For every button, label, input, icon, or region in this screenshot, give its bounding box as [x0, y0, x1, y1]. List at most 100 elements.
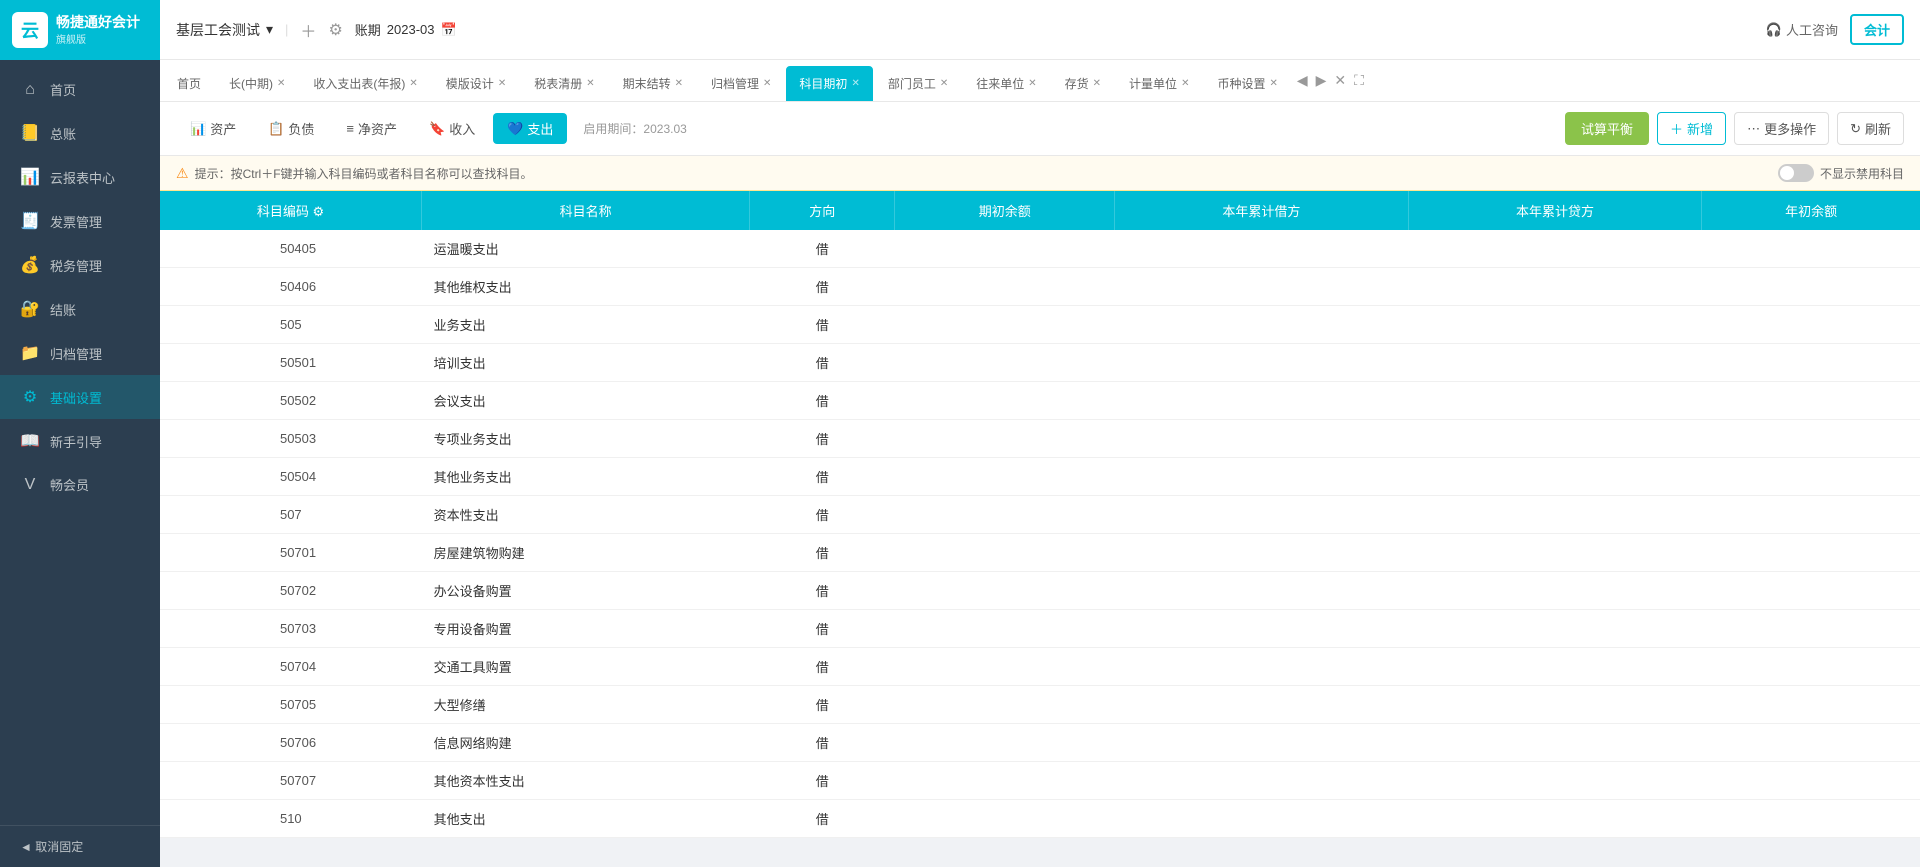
tab-archive[interactable]: 归档管理✕ — [698, 66, 784, 101]
table-row[interactable]: 50707 其他资本性支出 借 — [160, 762, 1920, 800]
tab-expand-button[interactable]: ⛶ — [1350, 68, 1368, 93]
table-row[interactable]: 50706 信息网络购建 借 — [160, 724, 1920, 762]
sidebar-item-closing[interactable]: 🔐结账 — [0, 287, 160, 331]
sidebar-item-settings[interactable]: ⚙基础设置 — [0, 375, 160, 419]
tab-close-interim[interactable]: ✕ — [277, 78, 285, 89]
app-name: 畅捷通好会计 — [56, 14, 140, 31]
cell-yearopen-10 — [1702, 610, 1920, 648]
cat-tab-asset[interactable]: 📊资产 — [176, 113, 250, 144]
sidebar-label-member: 畅会员 — [50, 475, 89, 494]
more-button[interactable]: ⋯ 更多操作 — [1734, 112, 1829, 145]
settings-icon[interactable]: ⚙ — [328, 20, 342, 40]
account-button[interactable]: 会计 — [1850, 14, 1904, 45]
table-row[interactable]: 50504 其他业务支出 借 — [160, 458, 1920, 496]
cell-code-7: 507 — [160, 496, 422, 534]
cell-opening-11 — [895, 648, 1115, 686]
sidebar-item-guide[interactable]: 📖新手引导 — [0, 419, 160, 463]
liability-cat-icon: 📋 — [268, 121, 284, 137]
sidebar-item-tax[interactable]: 💰税务管理 — [0, 243, 160, 287]
tab-currency[interactable]: 币种设置 ✕ — [1204, 66, 1290, 101]
table-row[interactable]: 50705 大型修缮 借 — [160, 686, 1920, 724]
tab-close-all-button[interactable]: ✕ — [1330, 68, 1350, 93]
table-row[interactable]: 505 业务支出 借 — [160, 306, 1920, 344]
tab-home[interactable]: 首页 — [164, 66, 214, 101]
cat-tab-net-asset[interactable]: ≡净资产 — [332, 113, 411, 144]
cell-code-13: 50706 — [160, 724, 422, 762]
cell-debit-7 — [1114, 496, 1408, 534]
toggle-wrap: 不显示禁用科目 — [1778, 164, 1904, 182]
sidebar-item-invoice[interactable]: 🧾发票管理 — [0, 199, 160, 243]
sidebar-item-member[interactable]: V畅会员 — [0, 463, 160, 506]
cat-tab-liability[interactable]: 📋负债 — [254, 113, 328, 144]
tab-close-subject-period[interactable]: ✕ — [851, 78, 859, 89]
disable-toggle[interactable] — [1778, 164, 1814, 182]
table-row[interactable]: 50702 办公设备购置 借 — [160, 572, 1920, 610]
tab-label-currency: 币种设置 — [1217, 75, 1265, 92]
table-row[interactable]: 50501 培训支出 借 — [160, 344, 1920, 382]
tab-unit-measure[interactable]: 计量单位✕ — [1116, 66, 1202, 101]
cell-name-1: 其他维权支出 — [422, 268, 750, 306]
cat-tab-income[interactable]: 🔖收入 — [415, 113, 489, 144]
headset-icon: 🎧 — [1766, 22, 1782, 38]
tab-close-units[interactable]: ✕ — [1028, 78, 1036, 89]
cell-direction-12: 借 — [750, 686, 895, 724]
tab-interim[interactable]: 长(中期) ✕ — [216, 66, 298, 101]
tab-next-button[interactable]: ▶ — [1312, 68, 1331, 93]
closing-icon: 🔐 — [20, 299, 40, 319]
tab-close-inventory[interactable]: ✕ — [1093, 78, 1101, 89]
tab-close-archive[interactable]: ✕ — [763, 78, 771, 89]
tab-subject-period[interactable]: 科目期初✕ — [786, 66, 872, 101]
cell-direction-2: 借 — [750, 306, 895, 344]
cell-code-9: 50702 — [160, 572, 422, 610]
tab-prev-button[interactable]: ◀ — [1293, 68, 1312, 93]
sidebar-item-archive[interactable]: 📁归档管理 — [0, 331, 160, 375]
table-row[interactable]: 50503 专项业务支出 借 — [160, 420, 1920, 458]
tab-units[interactable]: 往来单位✕ — [963, 66, 1049, 101]
tab-close-tax[interactable]: ✕ — [586, 78, 594, 89]
refresh-button[interactable]: ↻ 刷新 — [1837, 112, 1904, 145]
table-row[interactable]: 50502 会议支出 借 — [160, 382, 1920, 420]
tab-close-period-end[interactable]: ✕ — [675, 78, 683, 89]
cell-yearopen-11 — [1702, 648, 1920, 686]
sidebar-item-report[interactable]: 📊云报表中心 — [0, 155, 160, 199]
tab-close-template[interactable]: ✕ — [498, 78, 506, 89]
table-row[interactable]: 510 其他支出 借 — [160, 800, 1920, 838]
cell-credit-1 — [1408, 268, 1702, 306]
home-icon: ⌂ — [20, 81, 40, 99]
cell-yearopen-1 — [1702, 268, 1920, 306]
table-row[interactable]: 50701 房屋建筑物购建 借 — [160, 534, 1920, 572]
table-row[interactable]: 50406 其他维权支出 借 — [160, 268, 1920, 306]
balance-button[interactable]: 试算平衡 — [1565, 112, 1649, 145]
cell-yearopen-4 — [1702, 382, 1920, 420]
tab-label-interim: 长(中期) — [229, 75, 273, 92]
table-row[interactable]: 50405 运温暖支出 借 — [160, 230, 1920, 268]
cell-debit-0 — [1114, 230, 1408, 268]
tab-close-income[interactable]: ✕ — [409, 78, 417, 89]
tab-template[interactable]: 模版设计✕ — [433, 66, 519, 101]
cat-tab-expense[interactable]: 💙支出 — [493, 113, 567, 144]
tab-close-unit-measure[interactable]: ✕ — [1181, 78, 1189, 89]
tab-department[interactable]: 部门员工✕ — [875, 66, 961, 101]
table-row[interactable]: 50704 交通工具购置 借 — [160, 648, 1920, 686]
service-button[interactable]: 🎧 人工咨询 — [1766, 20, 1838, 39]
project-selector[interactable]: 基层工会测试 ▾ — [176, 20, 273, 40]
tab-close-currency[interactable]: ✕ — [1269, 78, 1277, 89]
sidebar-footer[interactable]: ◄ 取消固定 — [0, 825, 160, 867]
table-row[interactable]: 507 资本性支出 借 — [160, 496, 1920, 534]
tab-income[interactable]: 收入支出表(年报)✕ — [300, 66, 430, 101]
col-settings-icon[interactable]: ⚙ — [313, 204, 325, 219]
tab-inventory[interactable]: 存货✕ — [1052, 66, 1114, 101]
sidebar-item-home[interactable]: ⌂首页 — [0, 68, 160, 111]
add-button[interactable]: ＋ 新增 — [1657, 112, 1726, 145]
table-row[interactable]: 50703 专用设备购置 借 — [160, 610, 1920, 648]
sidebar-item-ledger[interactable]: 📒总账 — [0, 111, 160, 155]
tab-period-end[interactable]: 期末结转✕ — [610, 66, 696, 101]
add-tab-button[interactable]: ＋ — [300, 18, 316, 42]
tab-tax[interactable]: 税表清册✕ — [521, 66, 607, 101]
tab-close-department[interactable]: ✕ — [940, 78, 948, 89]
col-header-3: 期初余额 — [895, 191, 1115, 230]
period-value: 2023-03 — [387, 22, 435, 37]
top-bar: 基层工会测试 ▾ | ＋ ⚙ 账期 2023-03 📅 🎧 人工咨询 会计 — [160, 0, 1920, 60]
cell-name-9: 办公设备购置 — [422, 572, 750, 610]
table-wrapper[interactable]: 科目编码 ⚙科目名称方向期初余额本年累计借方本年累计贷方年初余额 50405 运… — [160, 191, 1920, 867]
